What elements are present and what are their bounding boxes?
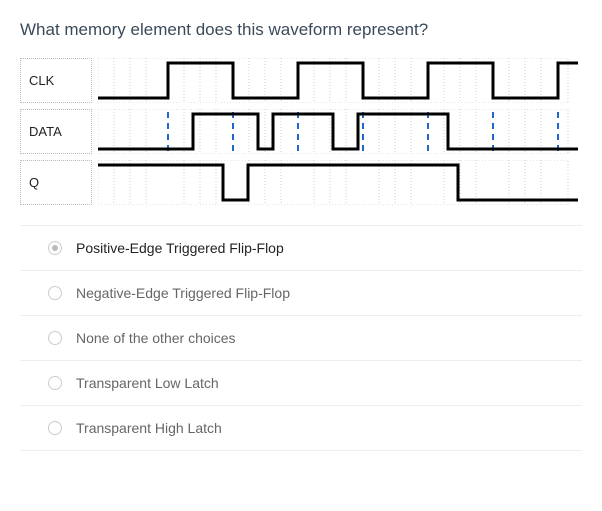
waveform-row-q: Q xyxy=(20,160,582,205)
option-label: Transparent High Latch xyxy=(76,420,222,436)
waveform-diagram: CLK DATA xyxy=(20,58,582,205)
question-text: What memory element does this waveform r… xyxy=(20,20,582,40)
option-1[interactable]: Negative-Edge Triggered Flip-Flop xyxy=(20,270,582,315)
signal-label-clk: CLK xyxy=(20,58,92,103)
radio-icon xyxy=(48,241,62,255)
waveform-row-data: DATA xyxy=(20,109,582,154)
option-2[interactable]: None of the other choices xyxy=(20,315,582,360)
option-label: None of the other choices xyxy=(76,330,236,346)
option-3[interactable]: Transparent Low Latch xyxy=(20,360,582,405)
radio-icon xyxy=(48,376,62,390)
signal-trace-q xyxy=(98,160,582,205)
radio-icon xyxy=(48,421,62,435)
radio-icon xyxy=(48,331,62,345)
option-4[interactable]: Transparent High Latch xyxy=(20,405,582,451)
radio-icon xyxy=(48,286,62,300)
signal-label-data: DATA xyxy=(20,109,92,154)
signal-trace-clk xyxy=(98,58,582,103)
waveform-row-clk: CLK xyxy=(20,58,582,103)
option-0[interactable]: Positive-Edge Triggered Flip-Flop xyxy=(20,225,582,270)
option-label: Positive-Edge Triggered Flip-Flop xyxy=(76,240,284,256)
options-list: Positive-Edge Triggered Flip-Flop Negati… xyxy=(20,225,582,451)
signal-trace-data xyxy=(98,109,582,154)
option-label: Transparent Low Latch xyxy=(76,375,219,391)
signal-label-q: Q xyxy=(20,160,92,205)
option-label: Negative-Edge Triggered Flip-Flop xyxy=(76,285,290,301)
